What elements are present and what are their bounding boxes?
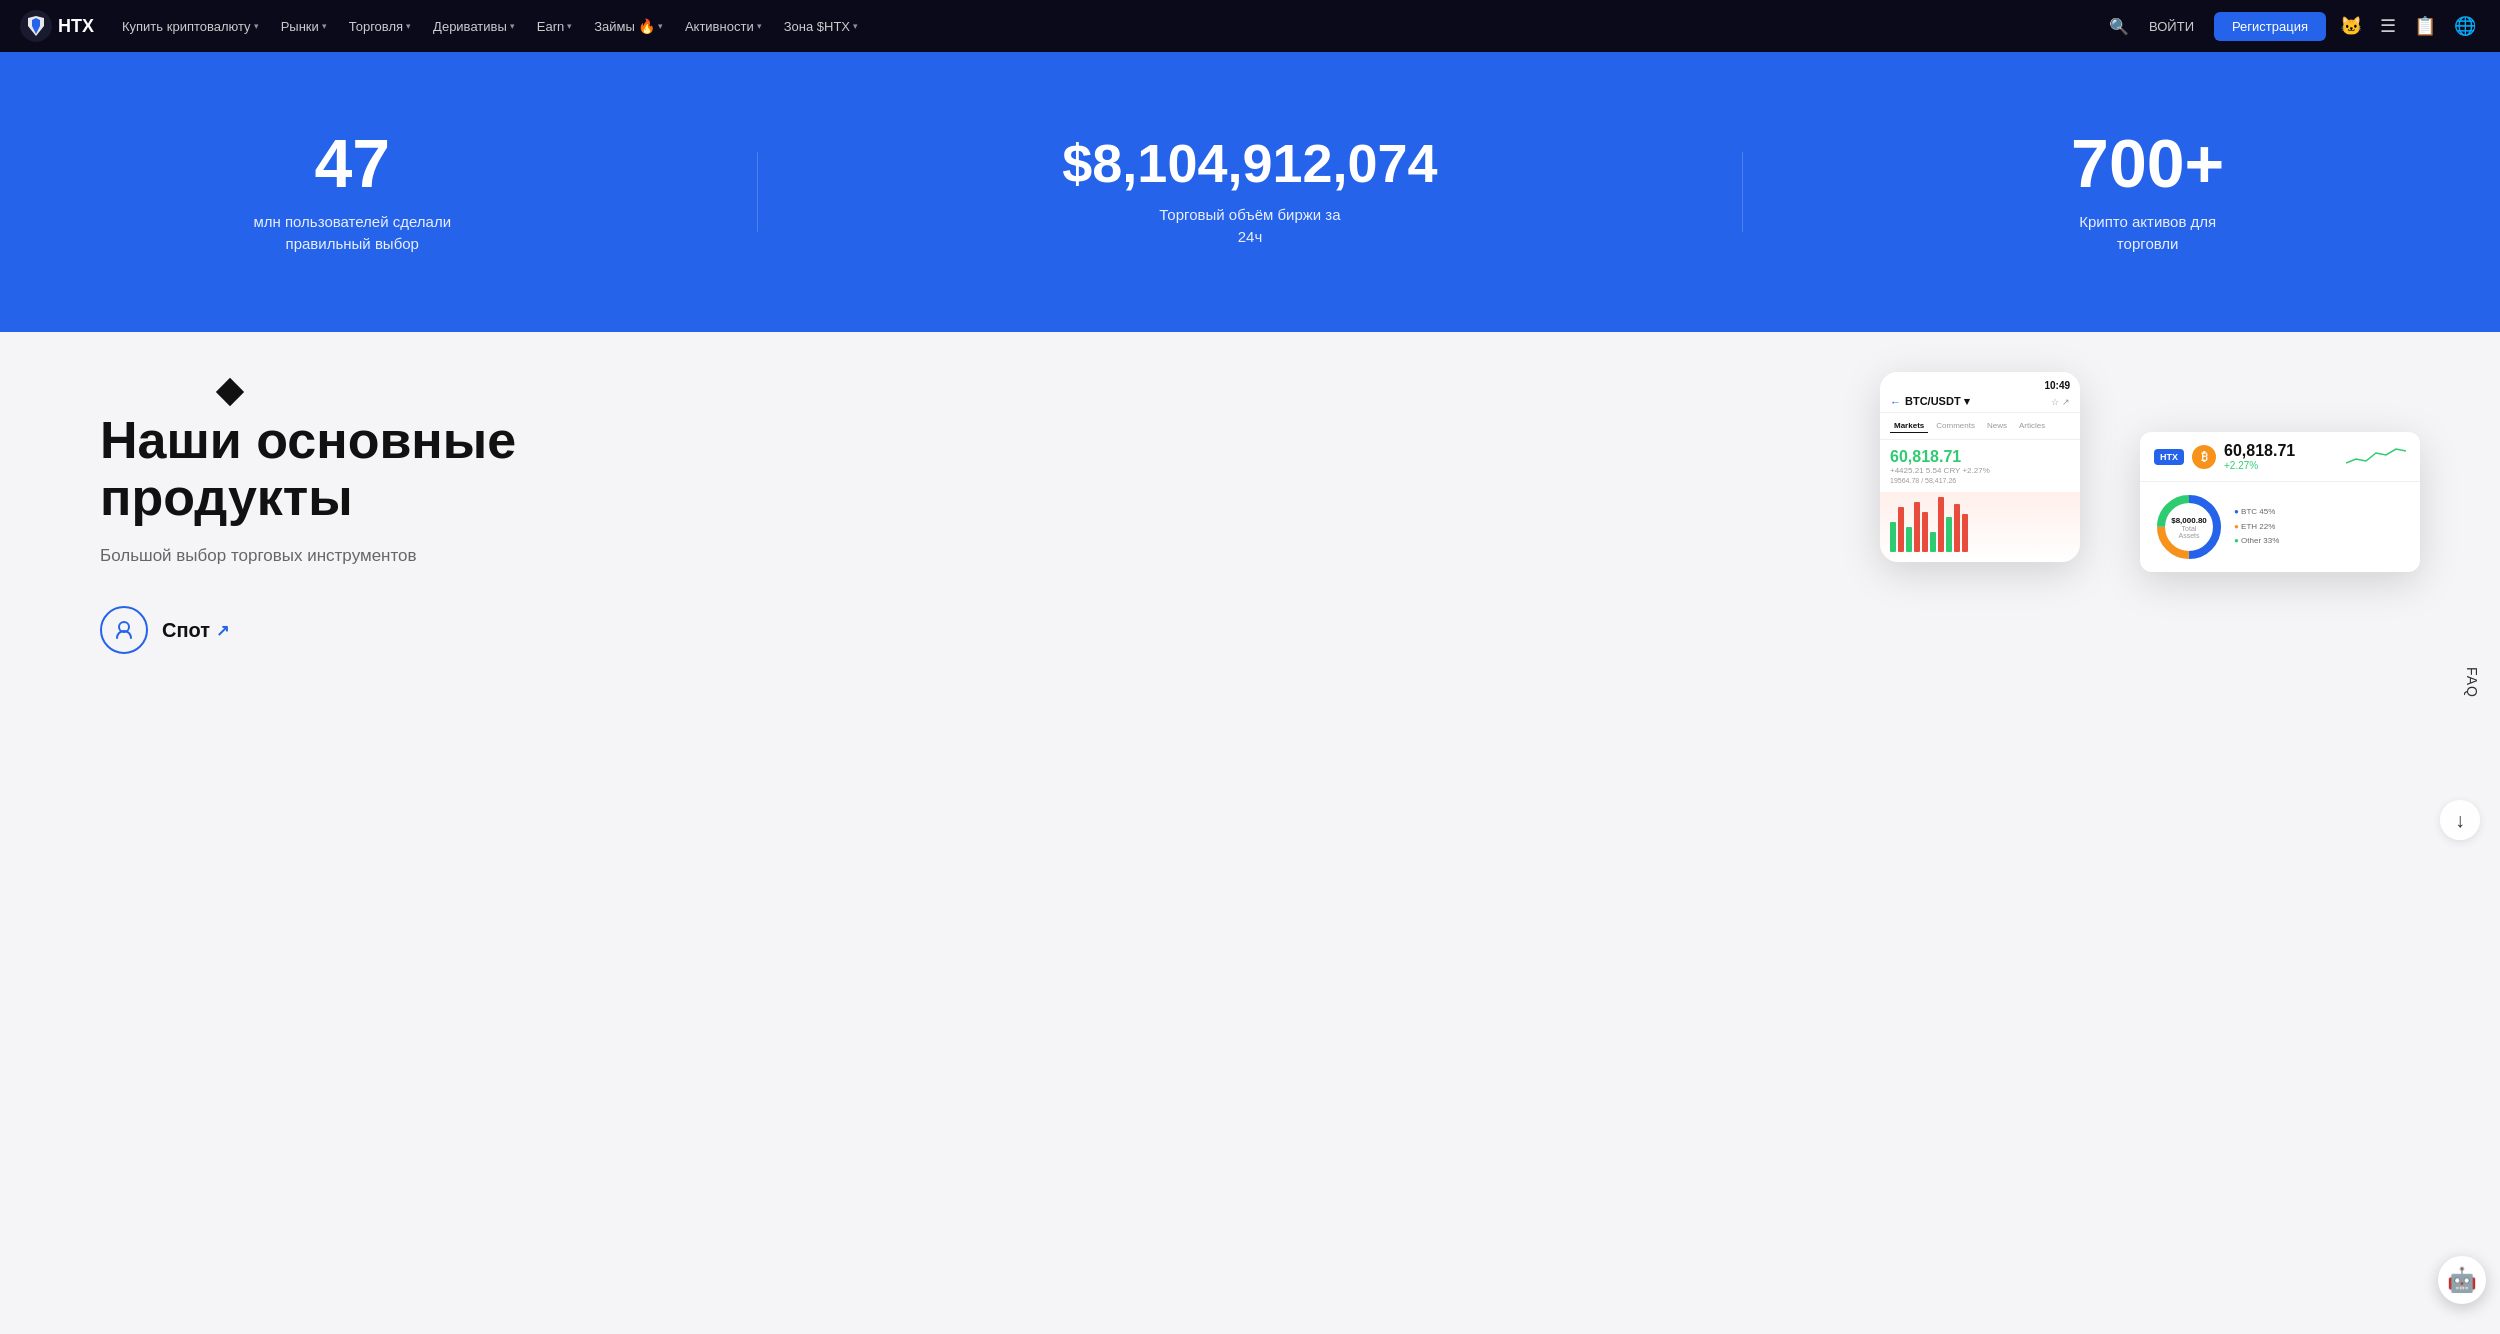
candle bbox=[1914, 502, 1920, 552]
phone-tab-articles[interactable]: Articles bbox=[2015, 419, 2049, 433]
products-subtitle: Большой выбор торговых инструментов bbox=[100, 546, 1135, 566]
chevron-down-icon: ▾ bbox=[510, 21, 515, 31]
phone-tab-markets[interactable]: Markets bbox=[1890, 419, 1928, 433]
nav-item-activities[interactable]: Активности ▾ bbox=[675, 13, 772, 40]
globe-icon[interactable]: 🌐 bbox=[2450, 11, 2480, 41]
candle bbox=[1906, 527, 1912, 552]
nav-item-trading[interactable]: Торговля ▾ bbox=[339, 13, 421, 40]
logo[interactable]: HTX bbox=[20, 10, 94, 42]
flame-icon: 🔥 bbox=[638, 18, 655, 34]
phone-mockup: 10:49 ← BTC/USDT ▾ ☆ ↗ Markets Comments … bbox=[1880, 372, 2080, 562]
candle bbox=[1890, 522, 1896, 552]
phone-price: 60,818.71 bbox=[1890, 448, 2070, 466]
hero-section: 47 млн пользователей сделали правильный … bbox=[0, 52, 2500, 332]
desktop-price-info: 60,818.71 +2.27% bbox=[2224, 442, 2338, 471]
candle bbox=[1938, 497, 1944, 552]
candles-container bbox=[1890, 496, 2070, 556]
nav-item-buy[interactable]: Купить криптовалюту ▾ bbox=[112, 13, 269, 40]
product-spot[interactable]: Спот ↗ bbox=[100, 606, 1135, 654]
btc-coin-icon: ₿ bbox=[2192, 445, 2216, 469]
phone-chart bbox=[1880, 492, 2080, 562]
phone-tab-comments[interactable]: Comments bbox=[1932, 419, 1979, 433]
assets-number: 700+ bbox=[2048, 129, 2248, 197]
candle bbox=[1930, 532, 1936, 552]
register-button[interactable]: Регистрация bbox=[2214, 12, 2326, 41]
htx-logo-small: HTX bbox=[2154, 449, 2184, 465]
desktop-donut-area: $8,000.80 Total Assets ● BTC 45% ● ETH 2… bbox=[2140, 482, 2420, 572]
desktop-price: 60,818.71 bbox=[2224, 442, 2338, 460]
navbar: HTX Купить криптовалюту ▾ Рынки ▾ Торгов… bbox=[0, 0, 2500, 52]
phone-star-icon: ☆ ↗ bbox=[2051, 397, 2070, 407]
products-left: Наши основные продукты Большой выбор тор… bbox=[100, 412, 1135, 654]
avatar-icon[interactable]: 🐱 bbox=[2336, 11, 2366, 41]
login-button[interactable]: ВОЙТИ bbox=[2139, 13, 2204, 40]
chevron-down-icon: ▾ bbox=[322, 21, 327, 31]
hero-stat-users: 47 млн пользователей сделали правильный … bbox=[252, 129, 452, 256]
legend-item-other: ● Other 33% bbox=[2234, 534, 2406, 548]
nav-right: 🔍 ВОЙТИ Регистрация 🐱 ☰ 📋 🌐 bbox=[2109, 11, 2480, 41]
desktop-change: +2.27% bbox=[2224, 460, 2338, 471]
wallet-icon[interactable]: 📋 bbox=[2410, 11, 2440, 41]
phone-time: 10:49 bbox=[1890, 380, 2070, 391]
product-name-spot: Спот ↗ bbox=[162, 619, 229, 642]
faq-button[interactable]: FAQ bbox=[2464, 667, 2480, 698]
phone-high-low: 19564.78 / 58,417.26 bbox=[1890, 477, 2070, 484]
chevron-down-icon: ▾ bbox=[567, 21, 572, 31]
desktop-mini-sparkline bbox=[2346, 443, 2406, 471]
chevron-down-icon: ▾ bbox=[254, 21, 259, 31]
nav-item-derivatives[interactable]: Деривативы ▾ bbox=[423, 13, 525, 40]
arrow-icon: ↗ bbox=[216, 621, 229, 640]
phone-tabs: Markets Comments News Articles bbox=[1880, 413, 2080, 440]
legend-item-eth: ● ETH 22% bbox=[2234, 520, 2406, 534]
donut-legend: ● BTC 45% ● ETH 22% ● Other 33% bbox=[2234, 505, 2406, 548]
nav-item-markets[interactable]: Рынки ▾ bbox=[271, 13, 337, 40]
chevron-down-icon: ▾ bbox=[757, 21, 762, 31]
legend-item-btc: ● BTC 45% bbox=[2234, 505, 2406, 519]
phone-price-area: 60,818.71 +4425.21 5.54 CRY +2.27% 19564… bbox=[1880, 440, 2080, 492]
phone-nav: ← BTC/USDT ▾ ☆ ↗ bbox=[1890, 395, 2070, 408]
phone-back-icon: ← bbox=[1890, 396, 1901, 408]
candle bbox=[1946, 517, 1952, 552]
products-section: Наши основные продукты Большой выбор тор… bbox=[0, 332, 2500, 792]
nav-links: Купить криптовалюту ▾ Рынки ▾ Торговля ▾… bbox=[112, 12, 2109, 40]
products-title: Наши основные продукты bbox=[100, 412, 1135, 526]
notifications-icon[interactable]: ☰ bbox=[2376, 11, 2400, 41]
candle bbox=[1922, 512, 1928, 552]
nav-item-earn[interactable]: Earn ▾ bbox=[527, 13, 582, 40]
products-right: 10:49 ← BTC/USDT ▾ ☆ ↗ Markets Comments … bbox=[1840, 372, 2420, 792]
spot-icon bbox=[100, 606, 148, 654]
phone-change: +4425.21 5.54 CRY +2.27% bbox=[1890, 466, 2070, 475]
logo-text: HTX bbox=[58, 16, 94, 37]
nav-item-zone[interactable]: Зона $HTX ▾ bbox=[774, 13, 868, 40]
donut-chart: $8,000.80 Total Assets bbox=[2154, 492, 2224, 562]
users-number: 47 bbox=[252, 129, 452, 197]
users-subtitle: млн пользователей сделали правильный выб… bbox=[252, 211, 452, 256]
phone-pair: BTC/USDT ▾ bbox=[1905, 395, 1970, 408]
desktop-mockup: HTX ₿ 60,818.71 +2.27% bbox=[2140, 432, 2420, 572]
chevron-down-icon: ▾ bbox=[853, 21, 858, 31]
chevron-down-icon: ▾ bbox=[658, 21, 663, 31]
candle bbox=[1898, 507, 1904, 552]
assets-subtitle: Крипто активов для торговли bbox=[2048, 211, 2248, 256]
volume-number: $8,104,912,074 bbox=[1062, 136, 1437, 190]
divider-1 bbox=[757, 152, 758, 232]
nav-item-loans[interactable]: Займы 🔥 ▾ bbox=[584, 12, 673, 40]
volume-subtitle: Торговый объём биржи за 24ч bbox=[1150, 204, 1350, 249]
hero-stat-volume: $8,104,912,074 Торговый объём биржи за 2… bbox=[1062, 136, 1437, 249]
diamond-decoration bbox=[216, 378, 244, 406]
search-icon[interactable]: 🔍 bbox=[2109, 17, 2129, 36]
hero-stat-assets: 700+ Крипто активов для торговли bbox=[2048, 129, 2248, 256]
chevron-down-icon: ▾ bbox=[406, 21, 411, 31]
donut-label: $8,000.80 Total Assets bbox=[2171, 516, 2207, 539]
divider-2 bbox=[1742, 152, 1743, 232]
phone-tab-news[interactable]: News bbox=[1983, 419, 2011, 433]
candle bbox=[1954, 504, 1960, 552]
candle bbox=[1962, 514, 1968, 552]
phone-header: 10:49 ← BTC/USDT ▾ ☆ ↗ bbox=[1880, 372, 2080, 413]
desktop-header: HTX ₿ 60,818.71 +2.27% bbox=[2140, 432, 2420, 482]
